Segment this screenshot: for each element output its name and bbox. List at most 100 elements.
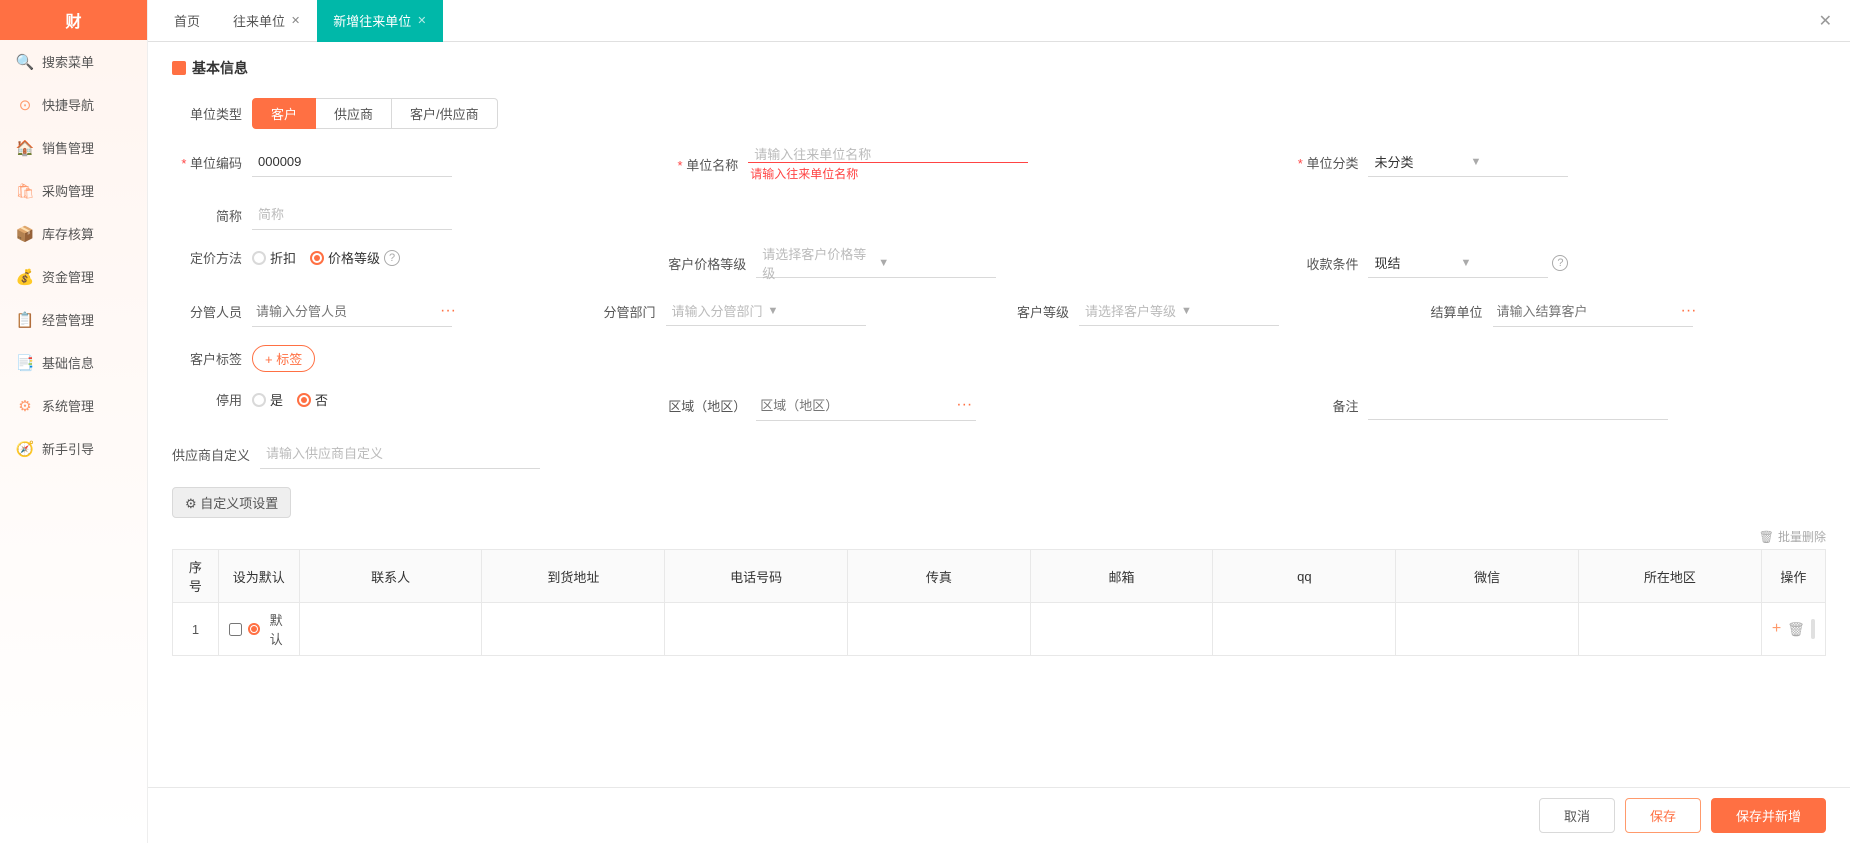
radio-discount[interactable]: 折扣 <box>252 248 296 267</box>
drag-handle[interactable] <box>1811 619 1815 639</box>
add-row-btn[interactable]: + <box>1772 620 1781 638</box>
unit-name-error: 请输入往来单位名称 <box>748 165 1288 182</box>
region-input-table[interactable] <box>1589 622 1751 637</box>
save-new-button[interactable]: 保存并新增 <box>1711 798 1826 833</box>
sidebar-label-finance: 资金管理 <box>42 267 94 286</box>
type-btn-both[interactable]: 客户/供应商 <box>392 98 498 129</box>
region-input[interactable] <box>756 390 952 420</box>
tab-new-partner-close[interactable]: ✕ <box>417 14 426 27</box>
quick-nav-icon: ⊙ <box>16 96 34 114</box>
tab-bar-close-all[interactable]: ✕ <box>1811 7 1840 35</box>
batch-delete-icon: 🗑 <box>1759 530 1774 544</box>
tab-new-partner[interactable]: 新增往来单位 ✕ <box>317 0 443 42</box>
customer-level-select[interactable]: 请选择客户等级 ▼ <box>1079 296 1279 326</box>
manager-input[interactable] <box>252 296 436 326</box>
sidebar: 财 🔍 搜索菜单 ⊙ 快捷导航 🏠 销售管理 🛍 采购管理 📦 库存核算 💰 资… <box>0 0 148 843</box>
radio-yes[interactable]: 是 <box>252 390 283 409</box>
customer-price-select[interactable]: 请选择客户价格等级 ▼ <box>756 248 996 278</box>
wechat-input[interactable] <box>1406 622 1568 637</box>
disabled-row: 停用 是 否 区域（地区） ··· <box>172 390 1826 421</box>
cell-seq: 1 <box>173 603 219 656</box>
sidebar-item-system[interactable]: ⚙ 系统管理 <box>0 384 147 427</box>
customer-price-placeholder: 请选择客户价格等级 <box>762 244 874 282</box>
add-tag-button[interactable]: + 标签 <box>252 345 315 372</box>
unit-code-row: 单位编码 单位名称 请输入往来单位名称 单位分类 未分类 ▼ <box>172 147 1826 182</box>
save-button[interactable]: 保存 <box>1625 798 1701 833</box>
cell-region[interactable] <box>1579 603 1762 656</box>
email-input[interactable] <box>1041 622 1203 637</box>
contact-input[interactable] <box>310 622 472 637</box>
operations-icon: 📋 <box>16 311 34 329</box>
type-btn-supplier[interactable]: 供应商 <box>316 98 392 129</box>
guide-icon: 🧭 <box>16 440 34 458</box>
cancel-button[interactable]: 取消 <box>1539 798 1615 833</box>
customer-price-arrow: ▼ <box>878 257 990 269</box>
sidebar-item-operations[interactable]: 📋 经营管理 <box>0 298 147 341</box>
sidebar-item-guide[interactable]: 🧭 新手引导 <box>0 427 147 470</box>
tab-partner-list-close[interactable]: ✕ <box>291 14 300 27</box>
row-checkbox[interactable] <box>229 623 242 636</box>
cell-wechat[interactable] <box>1396 603 1579 656</box>
unit-code-input[interactable] <box>252 147 452 177</box>
remarks-label: 备注 <box>1288 396 1368 415</box>
search-icon: 🔍 <box>16 53 34 71</box>
settlement-unit-input[interactable] <box>1493 296 1677 326</box>
sidebar-item-basic-info[interactable]: 📑 基础信息 <box>0 341 147 384</box>
cell-address[interactable] <box>482 603 665 656</box>
custom-settings-button[interactable]: ⚙ 自定义项设置 <box>172 487 291 518</box>
customer-price-label: 客户价格等级 <box>668 254 756 273</box>
remarks-input[interactable] <box>1368 390 1668 420</box>
radio-price-level-circle <box>310 251 324 265</box>
settlement-unit-label: 结算单位 <box>1413 302 1493 321</box>
department-placeholder: 请输入分管部门 <box>672 301 764 320</box>
customer-tag-label: 客户标签 <box>172 349 252 368</box>
tab-partner-list[interactable]: 往来单位 ✕ <box>217 0 317 42</box>
customer-tag-group: 客户标签 + 标签 <box>172 345 1826 372</box>
sidebar-label-purchase: 采购管理 <box>42 181 94 200</box>
sidebar-item-quick-nav[interactable]: ⊙ 快捷导航 <box>0 83 147 126</box>
col-address: 到货地址 <box>482 550 665 603</box>
pricing-help-icon[interactable]: ? <box>384 250 400 266</box>
region-label: 区域（地区） <box>668 396 756 415</box>
manager-more-btn[interactable]: ··· <box>436 302 460 320</box>
sidebar-item-sales[interactable]: 🏠 销售管理 <box>0 126 147 169</box>
payment-terms-select[interactable]: 现结 ▼ <box>1368 248 1548 278</box>
qq-input[interactable] <box>1223 622 1385 637</box>
department-select[interactable]: 请输入分管部门 ▼ <box>666 296 866 326</box>
radio-price-level[interactable]: 价格等级 <box>310 248 380 267</box>
cell-fax[interactable] <box>847 603 1030 656</box>
settlement-unit-more[interactable]: ··· <box>1677 302 1701 320</box>
manager-row: 分管人员 ··· 分管部门 请输入分管部门 ▼ 客户等级 请选择客户等级 ▼ <box>172 296 1826 327</box>
sidebar-item-inventory[interactable]: 📦 库存核算 <box>0 212 147 255</box>
supplier-custom-row: 供应商自定义 <box>172 439 1826 469</box>
sales-icon: 🏠 <box>16 139 34 157</box>
del-row-btn[interactable]: 🗑 <box>1787 621 1805 638</box>
unit-name-input[interactable] <box>748 147 1028 163</box>
unit-category-value: 未分类 <box>1374 152 1466 171</box>
supplier-custom-input[interactable] <box>260 439 540 469</box>
cell-qq[interactable] <box>1213 603 1396 656</box>
col-contact: 联系人 <box>299 550 482 603</box>
tab-home[interactable]: 首页 <box>158 0 217 42</box>
sidebar-item-finance[interactable]: 💰 资金管理 <box>0 255 147 298</box>
cell-phone[interactable] <box>665 603 848 656</box>
pricing-method-label: 定价方法 <box>172 248 252 267</box>
unit-category-select[interactable]: 未分类 ▼ <box>1368 147 1568 177</box>
sidebar-item-purchase[interactable]: 🛍 采购管理 <box>0 169 147 212</box>
fax-input[interactable] <box>858 622 1020 637</box>
short-name-input[interactable] <box>252 200 452 230</box>
radio-no[interactable]: 否 <box>297 390 328 409</box>
type-btn-customer[interactable]: 客户 <box>252 98 316 129</box>
default-radio[interactable]: 默认 <box>248 610 289 648</box>
batch-delete-area[interactable]: 🗑 批量删除 <box>172 528 1826 545</box>
department-arrow: ▼ <box>768 305 860 317</box>
sidebar-item-search[interactable]: 🔍 搜索菜单 <box>0 40 147 83</box>
unit-category-group: 单位分类 未分类 ▼ <box>1288 147 1826 177</box>
address-input[interactable] <box>492 622 654 637</box>
customer-price-group: 客户价格等级 请选择客户价格等级 ▼ <box>668 248 1288 278</box>
payment-help-icon[interactable]: ? <box>1552 255 1568 271</box>
region-more-btn[interactable]: ··· <box>952 396 976 414</box>
cell-contact[interactable] <box>299 603 482 656</box>
cell-email[interactable] <box>1030 603 1213 656</box>
phone-input[interactable] <box>675 622 837 637</box>
